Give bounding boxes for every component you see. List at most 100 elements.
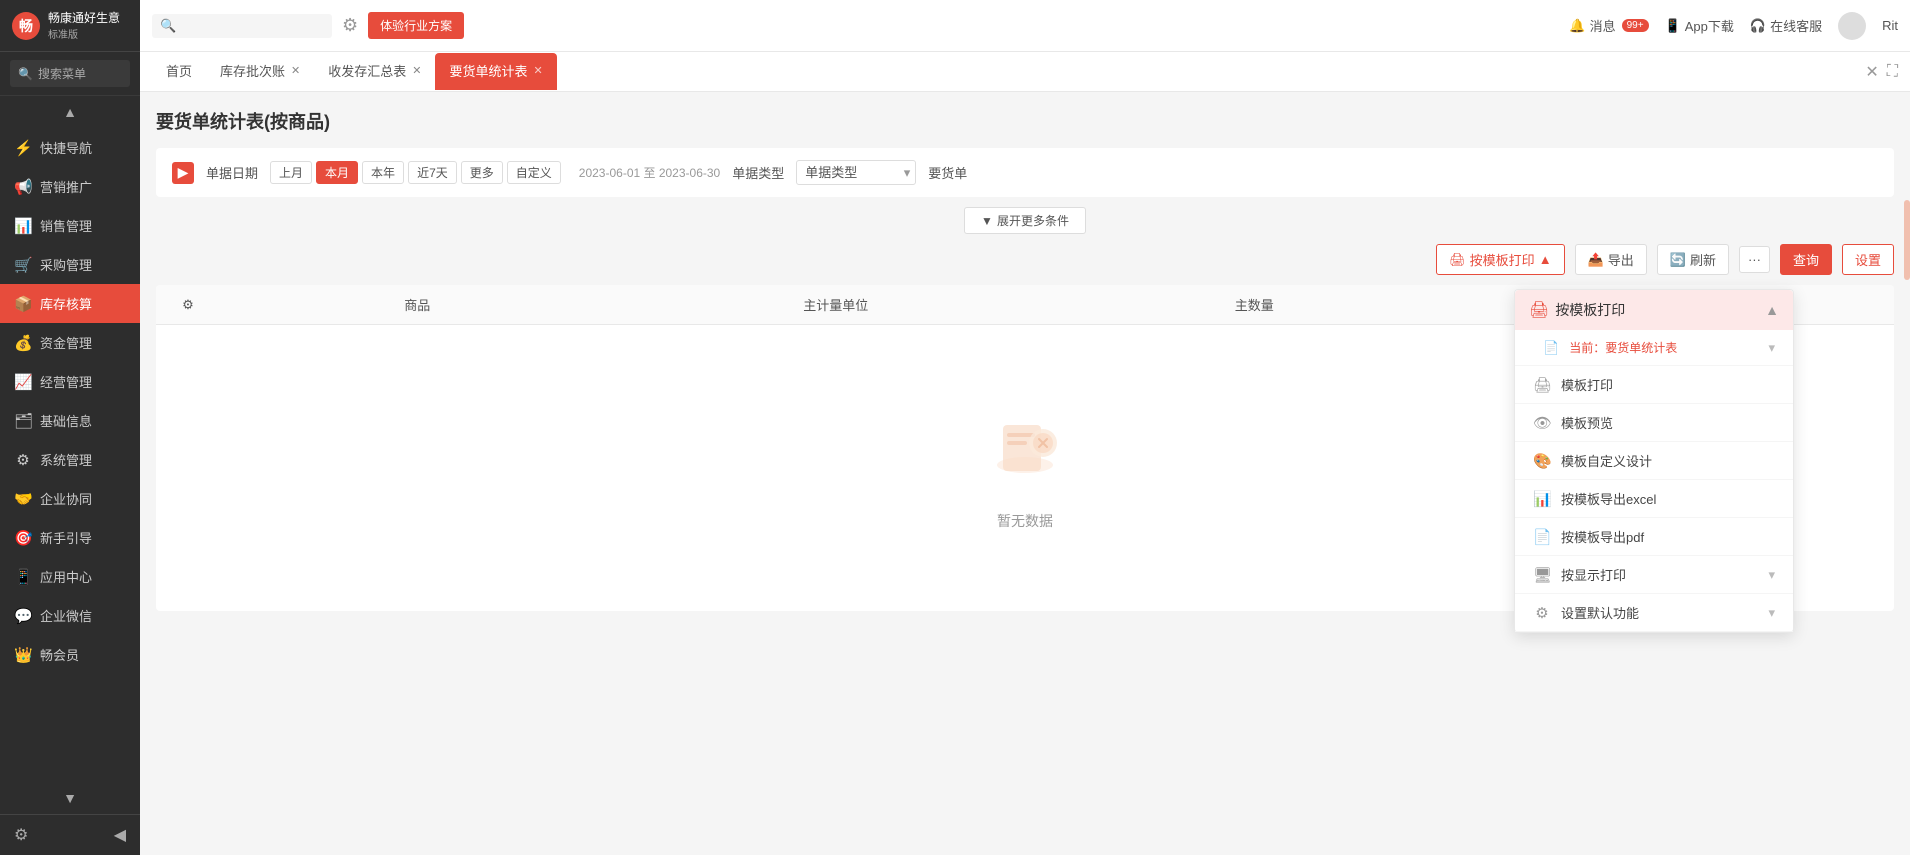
headset-icon: 🎧 <box>1750 18 1766 34</box>
dropdown-close-btn[interactable]: ▲ <box>1765 302 1779 318</box>
sidebar-item-purchase[interactable]: 🛒 采购管理 <box>0 245 140 284</box>
dropdown-header-icon: 🖨 <box>1529 300 1549 320</box>
display-print-arrow: ▾ <box>1768 567 1775 583</box>
tabs-right: ✕ ⛶ <box>1865 62 1898 82</box>
settings-footer-icon[interactable]: ⚙ <box>14 825 28 845</box>
empty-text: 暂无数据 <box>997 511 1053 531</box>
date-current-month[interactable]: 本月 <box>316 161 358 184</box>
export-btn[interactable]: 📤 导出 <box>1575 244 1647 275</box>
tab-close-batch[interactable]: ✕ <box>291 64 300 77</box>
more-btn[interactable]: ··· <box>1739 246 1770 273</box>
sidebar-scroll-up[interactable]: ▲ <box>55 100 85 124</box>
sidebar-item-wechat[interactable]: 💬 企业微信 <box>0 596 140 635</box>
notifications-btn[interactable]: 🔔 消息 99+ <box>1569 16 1648 35</box>
date-last-7[interactable]: 近7天 <box>408 161 457 184</box>
topbar-search-input[interactable] <box>182 19 324 33</box>
dropdown-template-design[interactable]: 🎨 模板自定义设计 <box>1515 442 1793 480</box>
page-content: 要货单统计表(按商品) ▶ 单据日期 上月 本月 本年 近7天 更多 自定义 2… <box>140 92 1910 855</box>
bell-icon: 🔔 <box>1569 18 1585 34</box>
empty-icon <box>985 405 1065 499</box>
sidebar-item-quick[interactable]: ⚡ 快捷导航 <box>0 128 140 167</box>
logo-icon: 畅 <box>12 12 40 40</box>
table-col-unit: 主计量单位 <box>627 295 1046 314</box>
tab-close-order[interactable]: ✕ <box>534 64 543 77</box>
date-range-label: 2023-06-01 至 2023-06-30 <box>579 164 720 181</box>
username-label: Rit <box>1882 18 1898 33</box>
set-default-icon: ⚙ <box>1533 604 1551 622</box>
collapse-icon[interactable]: ◀ <box>114 825 126 845</box>
sidebar-item-inventory[interactable]: 📦 库存核算 <box>0 284 140 323</box>
sidebar-item-basic[interactable]: 🗂 基础信息 <box>0 401 140 440</box>
order-type-label: 单据类型 <box>732 163 784 182</box>
sidebar-item-newbie[interactable]: 🎯 新手引导 <box>0 518 140 557</box>
tab-home[interactable]: 首页 <box>152 53 206 90</box>
sidebar: 畅 畅康通好生意 标准版 🔍 搜索菜单 ▲ ⚡ 快捷导航 📢 营销推广 📊 销售… <box>0 0 140 855</box>
dropdown-template-print[interactable]: 🖨 模板打印 <box>1515 366 1793 404</box>
date-current-year[interactable]: 本年 <box>362 161 404 184</box>
search-icon: 🔍 <box>18 67 33 81</box>
date-custom[interactable]: 自定义 <box>507 161 561 184</box>
template-print-icon: 🖨 <box>1533 376 1551 394</box>
date-prev-month[interactable]: 上月 <box>270 161 312 184</box>
sidebar-item-sales[interactable]: 📊 销售管理 <box>0 206 140 245</box>
settings-btn[interactable]: 设置 <box>1842 244 1894 275</box>
trial-btn[interactable]: 体验行业方案 <box>368 12 464 39</box>
expand-icon: ▼ <box>981 214 993 228</box>
template-preview-icon: 👁 <box>1533 414 1551 432</box>
current-template-arrow: ▾ <box>1768 340 1775 356</box>
dropdown-set-default[interactable]: ⚙ 设置默认功能 ▾ <box>1515 594 1793 632</box>
dropdown-export-excel[interactable]: 📊 按模板导出excel <box>1515 480 1793 518</box>
dropdown-export-pdf[interactable]: 📄 按模板导出pdf <box>1515 518 1793 556</box>
sidebar-item-system[interactable]: ⚙ 系统管理 <box>0 440 140 479</box>
template-design-icon: 🎨 <box>1533 452 1551 470</box>
purchase-icon: 🛒 <box>14 256 32 274</box>
sidebar-item-finance[interactable]: 💰 资金管理 <box>0 323 140 362</box>
sidebar-scroll-top: ▲ <box>0 96 140 128</box>
sales-icon: 📊 <box>14 217 32 235</box>
enterprise-icon: 🤝 <box>14 490 32 508</box>
sidebar-item-operation[interactable]: 📈 经营管理 <box>0 362 140 401</box>
dropdown-current-template[interactable]: 📄 当前：要货单统计表 ▾ <box>1515 330 1793 366</box>
dropdown-template-preview[interactable]: 👁 模板预览 <box>1515 404 1793 442</box>
tab-close-collection[interactable]: ✕ <box>412 64 421 77</box>
date-more[interactable]: 更多 <box>461 161 503 184</box>
table-col-settings[interactable]: ⚙ <box>168 297 208 313</box>
filter-bar: ▶ 单据日期 上月 本月 本年 近7天 更多 自定义 2023-06-01 至 … <box>156 148 1894 197</box>
sidebar-item-member[interactable]: 👑 畅会员 <box>0 635 140 674</box>
topbar-search: 🔍 <box>152 14 332 38</box>
notifications-badge: 99+ <box>1622 19 1649 32</box>
tabs-expand-icon[interactable]: ⛶ <box>1887 63 1898 81</box>
dropdown-display-print[interactable]: 🖥 按显示打印 ▾ <box>1515 556 1793 594</box>
sidebar-scroll-down[interactable]: ▼ <box>55 786 85 810</box>
sidebar-logo: 畅 畅康通好生意 标准版 <box>0 0 140 52</box>
main-area: 🔍 ⚙ 体验行业方案 🔔 消息 99+ 📱 App下载 🎧 在线客服 Rit <box>140 0 1910 855</box>
export-icon: 📤 <box>1588 252 1604 268</box>
order-type-select-wrap: 单据类型 <box>796 160 916 185</box>
sidebar-search-button[interactable]: 🔍 搜索菜单 <box>10 60 130 87</box>
export-pdf-icon: 📄 <box>1533 528 1551 546</box>
sidebar-item-marketing[interactable]: 📢 营销推广 <box>0 167 140 206</box>
tab-order-stats[interactable]: 要货单统计表 ✕ <box>435 53 556 90</box>
tabs-bar: 首页 库存批次账 ✕ 收发存汇总表 ✕ 要货单统计表 ✕ ✕ ⛶ <box>140 52 1910 92</box>
order-type-select[interactable]: 单据类型 <box>796 160 916 185</box>
tab-batch-account[interactable]: 库存批次账 ✕ <box>206 53 314 90</box>
topbar-search-icon: 🔍 <box>160 18 176 34</box>
sidebar-item-enterprise[interactable]: 🤝 企业协同 <box>0 479 140 518</box>
query-btn[interactable]: 查询 <box>1780 244 1832 275</box>
refresh-btn[interactable]: 🔄 刷新 <box>1657 244 1729 275</box>
online-support-btn[interactable]: 🎧 在线客服 <box>1750 16 1822 35</box>
tab-collection-summary[interactable]: 收发存汇总表 ✕ <box>314 53 435 90</box>
table-settings-icon[interactable]: ⚙ <box>182 297 194 312</box>
tabs-close-icon[interactable]: ✕ <box>1865 62 1878 82</box>
print-btn[interactable]: 🖨 按模板打印 ▲ <box>1436 244 1564 275</box>
user-avatar[interactable] <box>1838 12 1866 40</box>
expand-more-btn[interactable]: ▼ 展开更多条件 <box>964 207 1086 234</box>
topbar-settings-icon[interactable]: ⚙ <box>342 15 358 36</box>
app-download-btn[interactable]: 📱 App下载 <box>1665 16 1734 35</box>
table-col-quantity: 主数量 <box>1045 295 1464 314</box>
sidebar-item-apps[interactable]: 📱 应用中心 <box>0 557 140 596</box>
topbar: 🔍 ⚙ 体验行业方案 🔔 消息 99+ 📱 App下载 🎧 在线客服 Rit <box>140 0 1910 52</box>
dropdown-title: 🖨 按模板打印 <box>1529 300 1625 320</box>
dropdown-header: 🖨 按模板打印 ▲ <box>1515 290 1793 330</box>
filter-toggle-btn[interactable]: ▶ <box>172 162 194 184</box>
